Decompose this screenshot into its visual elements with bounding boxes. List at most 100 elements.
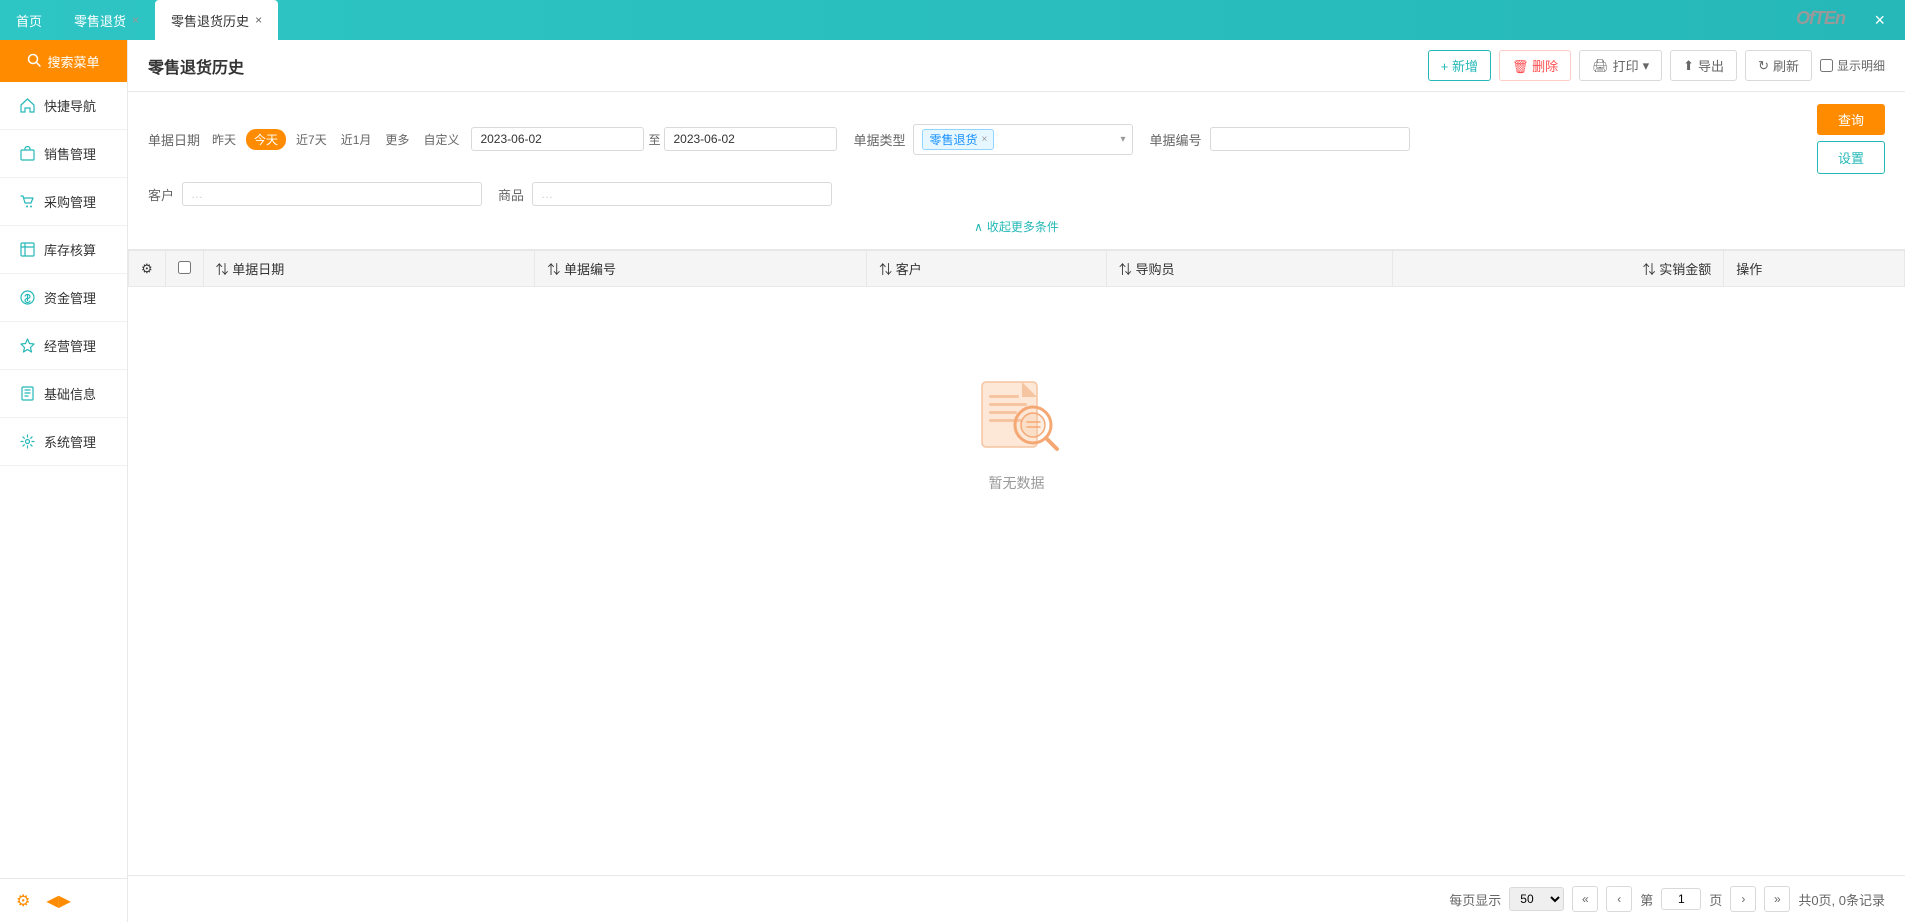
th-guide: ⇅ 导购员 bbox=[1106, 251, 1392, 287]
filter-customer-label: 客户 bbox=[148, 185, 174, 204]
th-doc-number-sort-icon[interactable]: ⇅ bbox=[547, 262, 560, 277]
date-range: 至 bbox=[471, 127, 837, 151]
export-button[interactable]: ⬆ 导出 bbox=[1670, 50, 1737, 81]
first-page-button[interactable]: « bbox=[1572, 886, 1598, 912]
date-shortcut-yesterday[interactable]: 昨天 bbox=[208, 129, 240, 150]
sidebar-item-system-mgmt[interactable]: 系统管理 bbox=[0, 418, 127, 466]
th-operation-label: 操作 bbox=[1736, 262, 1762, 277]
th-actual-amount-sort-icon[interactable]: ⇅ bbox=[1643, 262, 1656, 277]
date-shortcut-today[interactable]: 今天 bbox=[246, 129, 286, 150]
sidebar-item-basic-info[interactable]: 基础信息 bbox=[0, 370, 127, 418]
next-page-button[interactable]: › bbox=[1730, 886, 1756, 912]
doc-type-tag-close[interactable]: × bbox=[982, 134, 988, 145]
table-header-row: ⚙ ⇅ 单据日期 ⇅ 单据编号 bbox=[129, 251, 1905, 287]
doc-type-tag: 零售退货 × bbox=[922, 129, 994, 150]
basic-info-icon bbox=[18, 385, 36, 403]
operations-icon bbox=[18, 337, 36, 355]
filter-doc-number: 单据编号 bbox=[1149, 127, 1409, 151]
th-doc-date-sort-icon[interactable]: ⇅ bbox=[216, 262, 229, 277]
date-to-input[interactable] bbox=[664, 127, 837, 151]
volume-icon[interactable]: ◀▶ bbox=[46, 891, 71, 911]
page-size-select[interactable]: 50 20 100 200 bbox=[1509, 887, 1564, 911]
often-badge: OfTEn bbox=[1796, 8, 1845, 29]
refresh-button[interactable]: ↻ 刷新 bbox=[1745, 50, 1812, 81]
date-shortcuts: 昨天 今天 近7天 近1月 更多 自定义 bbox=[208, 129, 463, 150]
customer-input[interactable]: … bbox=[182, 182, 482, 206]
th-doc-date-label: 单据日期 bbox=[232, 262, 284, 277]
empty-area: 暂无数据 bbox=[128, 287, 1905, 573]
sidebar-item-quick-nav-label: 快捷导航 bbox=[44, 96, 96, 115]
tab-retail-return-history-close[interactable]: × bbox=[255, 13, 262, 27]
tab-retail-return-history[interactable]: 零售退货历史 × bbox=[155, 0, 278, 40]
display-detail-checkbox[interactable] bbox=[1820, 59, 1833, 72]
prev-page-button[interactable]: ‹ bbox=[1606, 886, 1632, 912]
th-customer: ⇅ 客户 bbox=[867, 251, 1107, 287]
home-icon bbox=[18, 97, 36, 115]
settings-col-icon[interactable]: ⚙ bbox=[141, 261, 153, 276]
window-close-button[interactable]: × bbox=[1854, 10, 1905, 31]
settings-button[interactable]: 设置 bbox=[1817, 141, 1885, 174]
th-settings: ⚙ bbox=[129, 251, 166, 287]
filter-doc-number-label: 单据编号 bbox=[1149, 130, 1201, 149]
new-button[interactable]: + 新增 bbox=[1428, 50, 1491, 81]
data-table: ⚙ ⇅ 单据日期 ⇅ 单据编号 bbox=[128, 250, 1905, 287]
th-actual-amount-label: 实销金额 bbox=[1659, 262, 1711, 277]
empty-text: 暂无数据 bbox=[989, 473, 1045, 493]
sidebar-item-finance[interactable]: 资金管理 bbox=[0, 274, 127, 322]
sidebar-item-operations[interactable]: 经营管理 bbox=[0, 322, 127, 370]
collapse-button[interactable]: ∧ 收起更多条件 bbox=[974, 218, 1059, 235]
sidebar-item-quick-nav[interactable]: 快捷导航 bbox=[0, 82, 127, 130]
goods-input[interactable]: … bbox=[532, 182, 832, 206]
sidebar-item-purchase-mgmt[interactable]: 采购管理 bbox=[0, 178, 127, 226]
sidebar-search-button[interactable]: 搜索菜单 bbox=[0, 40, 127, 82]
page-label: 第 bbox=[1640, 890, 1653, 909]
filter-date-label: 单据日期 bbox=[148, 130, 200, 149]
sidebar-item-system-mgmt-label: 系统管理 bbox=[44, 432, 96, 451]
date-shortcut-1month[interactable]: 近1月 bbox=[337, 129, 376, 150]
refresh-label: 刷新 bbox=[1773, 56, 1799, 75]
sidebar-search-label: 搜索菜单 bbox=[47, 52, 99, 71]
date-shortcut-7days[interactable]: 近7天 bbox=[292, 129, 331, 150]
tab-retail-return-label: 零售退货 bbox=[74, 11, 126, 30]
tab-retail-return[interactable]: 零售退货 × bbox=[58, 0, 155, 40]
select-all-checkbox[interactable] bbox=[178, 261, 191, 274]
toolbar: + 新增 🗑 删除 🖨 打印 ▾ ⬆ 导出 ↻ 刷新 显示明细 bbox=[1428, 50, 1885, 81]
th-guide-sort-icon[interactable]: ⇅ bbox=[1119, 262, 1132, 277]
table-area: ⚙ ⇅ 单据日期 ⇅ 单据编号 bbox=[128, 250, 1905, 875]
date-from-input[interactable] bbox=[471, 127, 644, 151]
sidebar-item-sales-mgmt[interactable]: 销售管理 bbox=[0, 130, 127, 178]
date-shortcut-custom[interactable]: 自定义 bbox=[419, 129, 463, 150]
tab-retail-return-close[interactable]: × bbox=[132, 13, 139, 27]
collapse-label: 收起更多条件 bbox=[987, 218, 1059, 235]
th-customer-sort-icon[interactable]: ⇅ bbox=[879, 262, 892, 277]
print-button[interactable]: 🖨 打印 ▾ bbox=[1579, 50, 1662, 81]
delete-button[interactable]: 🗑 删除 bbox=[1499, 50, 1571, 81]
page-size-label: 每页显示 bbox=[1449, 890, 1501, 909]
page-number-input[interactable] bbox=[1661, 888, 1701, 910]
filter-goods-label: 商品 bbox=[498, 185, 524, 204]
doc-number-input[interactable] bbox=[1210, 127, 1410, 151]
date-shortcut-more[interactable]: 更多 bbox=[381, 129, 413, 150]
display-detail-checkbox-label[interactable]: 显示明细 bbox=[1820, 57, 1885, 74]
tab-list: 首页 零售退货 × 零售退货历史 × bbox=[0, 0, 1854, 40]
th-doc-number-label: 单据编号 bbox=[564, 262, 616, 277]
filter-area: 单据日期 昨天 今天 近7天 近1月 更多 自定义 至 bbox=[128, 92, 1905, 250]
doc-type-select[interactable]: 零售退货 × bbox=[913, 124, 1133, 155]
settings-icon[interactable]: ⚙ bbox=[16, 891, 30, 911]
sidebar-item-basic-info-label: 基础信息 bbox=[44, 384, 96, 403]
page-title: 零售退货历史 bbox=[148, 54, 244, 78]
pagination-bar: 每页显示 50 20 100 200 « ‹ 第 页 › » 共0页, 0条记录 bbox=[128, 875, 1905, 922]
main-layout: 搜索菜单 快捷导航 销售管理 bbox=[0, 40, 1905, 922]
page-unit: 页 bbox=[1709, 890, 1722, 909]
date-range-separator: 至 bbox=[648, 131, 660, 148]
last-page-button[interactable]: » bbox=[1764, 886, 1790, 912]
print-icon: 🖨 bbox=[1592, 58, 1609, 74]
export-icon: ⬆ bbox=[1683, 58, 1694, 74]
th-doc-date: ⇅ 单据日期 bbox=[203, 251, 535, 287]
th-operation: 操作 bbox=[1724, 251, 1905, 287]
query-button[interactable]: 查询 bbox=[1817, 104, 1885, 135]
filter-goods: 商品 … bbox=[498, 182, 832, 206]
sidebar-item-inventory[interactable]: 库存核算 bbox=[0, 226, 127, 274]
system-icon bbox=[18, 433, 36, 451]
tab-home[interactable]: 首页 bbox=[0, 0, 58, 40]
